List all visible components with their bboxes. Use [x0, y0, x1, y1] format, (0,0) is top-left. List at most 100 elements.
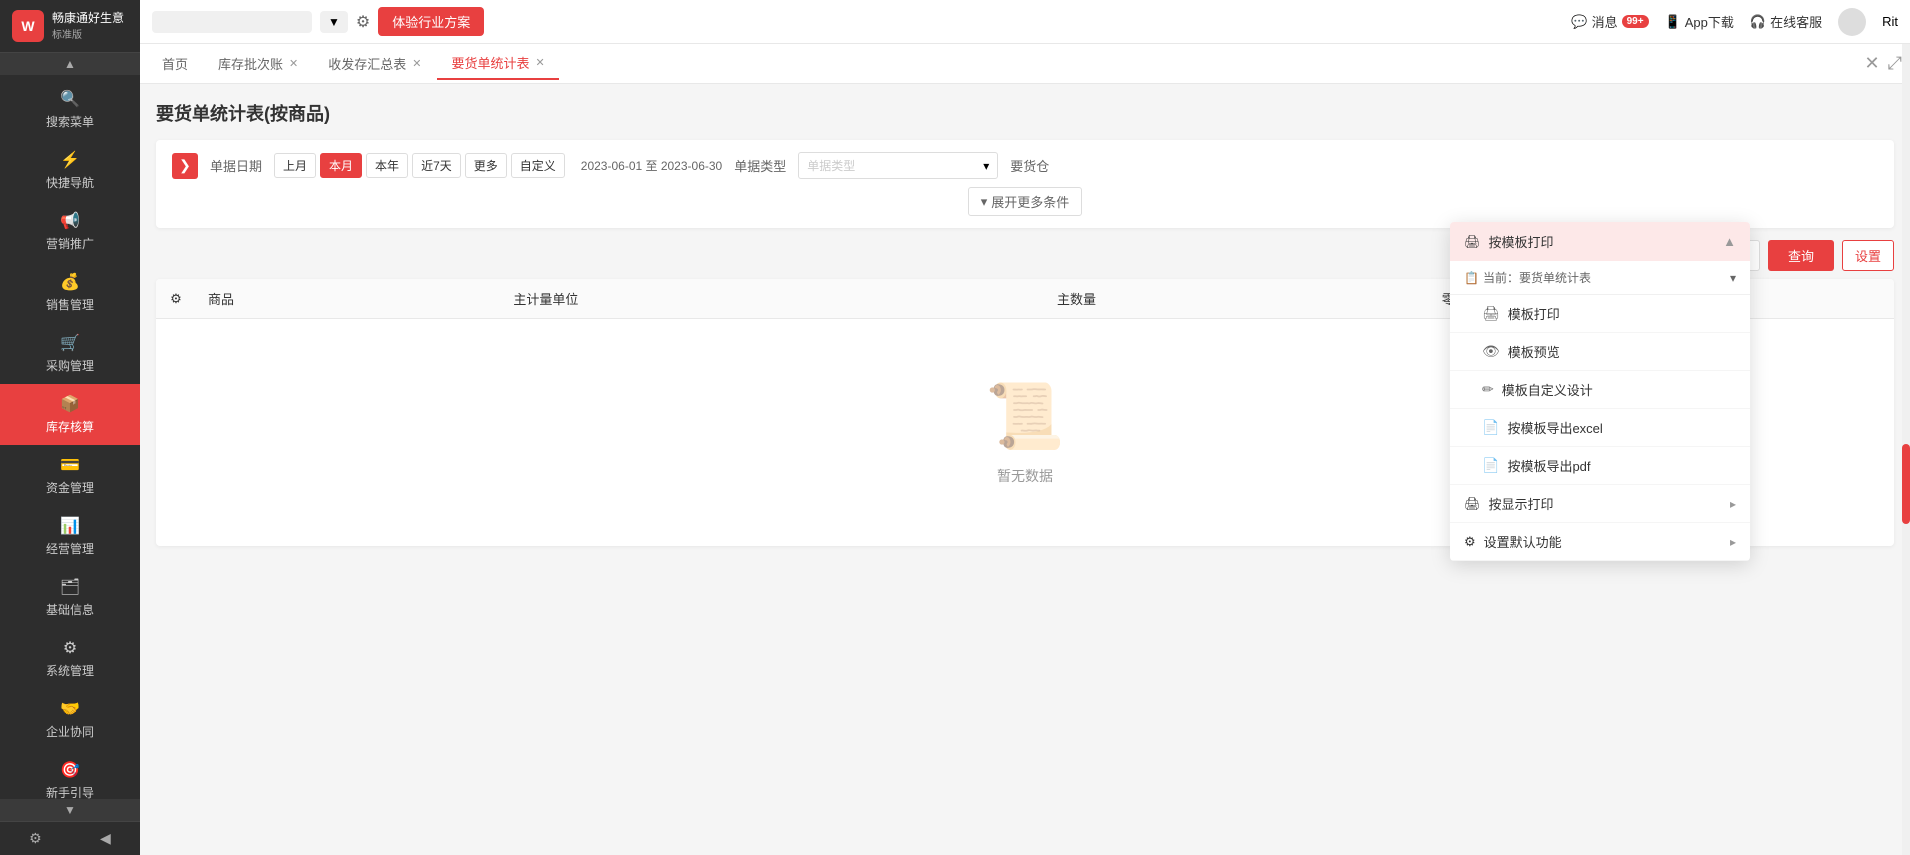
scroll-up-btn[interactable]: ▲: [0, 53, 140, 75]
date-filter-label: 单据日期: [210, 156, 262, 175]
topbar-dropdown[interactable]: ▼: [320, 11, 348, 33]
tab-close-icon[interactable]: ✕: [412, 57, 421, 70]
sidebar: W 畅康通好生意 标准版 ▲ 🔍 搜索菜单 ⚡ 快捷导航 📢 营销推广 💰 销售…: [0, 0, 140, 855]
sidebar-item-search[interactable]: 🔍 搜索菜单: [0, 79, 140, 140]
online-service-btn[interactable]: 🎧 在线客服: [1750, 12, 1822, 31]
window-close-icon[interactable]: ✕: [1865, 53, 1880, 74]
tab-order-stats[interactable]: 要货单统计表 ✕: [437, 47, 558, 80]
col-settings[interactable]: ⚙: [156, 279, 196, 319]
sidebar-collapse-icon[interactable]: ◀: [100, 830, 111, 847]
date-btn-last-month[interactable]: 上月: [274, 153, 316, 178]
design-item-icon: ✏: [1482, 381, 1494, 398]
date-btn-more[interactable]: 更多: [465, 153, 507, 178]
tab-home[interactable]: 首页: [148, 48, 202, 79]
sidebar-item-label: 快捷导航: [46, 174, 94, 191]
window-expand-icon[interactable]: ⤢: [1888, 53, 1902, 74]
sidebar-item-newguide[interactable]: 🎯 新手引导: [0, 750, 140, 799]
app-download-label: App下载: [1685, 12, 1734, 31]
col-unit: 主计量单位: [501, 279, 1045, 319]
sidebar-item-label: 资金管理: [46, 479, 94, 496]
dropdown-group-display-print[interactable]: 🖨 按显示打印 ▸: [1450, 485, 1750, 523]
sidebar-item-inventory[interactable]: 📦 库存核算: [0, 384, 140, 445]
dropdown-item-export-excel[interactable]: 📄 按模板导出excel: [1450, 409, 1750, 447]
filter-row-1: ❯ 单据日期 上月 本月 本年 近7天 更多 自定义 2023-06-01 至 …: [172, 152, 1878, 179]
current-template-chevron[interactable]: ▾: [1730, 271, 1736, 285]
sidebar-item-basic[interactable]: 🗂 基础信息: [0, 567, 140, 628]
dropdown-close-btn[interactable]: ▲: [1723, 234, 1736, 249]
dropdown-item-template-print[interactable]: 🖨 模板打印: [1450, 295, 1750, 333]
dropdown-group-label: 按显示打印: [1489, 494, 1554, 513]
notification-badge: 99+: [1622, 15, 1649, 28]
sidebar-item-label: 营销推广: [46, 235, 94, 252]
sidebar-item-finance[interactable]: 💳 资金管理: [0, 445, 140, 506]
sidebar-item-label: 新手引导: [46, 784, 94, 799]
app-badge: 标准版: [52, 26, 124, 41]
dropdown-title: 按模板打印: [1489, 232, 1554, 251]
basic-icon: 🗂: [60, 577, 80, 597]
topbar-gear-icon[interactable]: ⚙: [356, 12, 370, 32]
topbar-right: 💬 消息 99+ 📱 App下载 🎧 在线客服 Rit: [1571, 8, 1898, 36]
type-select-value: 单据类型: [807, 157, 855, 174]
dropdown-item-template-preview[interactable]: 👁 模板预览: [1450, 333, 1750, 371]
tab-close-icon[interactable]: ✕: [289, 57, 298, 70]
industry-btn[interactable]: 体验行业方案: [378, 7, 484, 36]
scrollbar-track: [1902, 44, 1910, 855]
doc-icon: 📋: [1464, 271, 1479, 285]
main-area: ▼ ⚙ 体验行业方案 💬 消息 99+ 📱 App下载 🎧 在线客服 Rit: [140, 0, 1910, 855]
dropdown-header-left: 🖨 按模板打印: [1464, 232, 1554, 251]
sales-icon: 💰: [60, 272, 80, 292]
scroll-down-btn[interactable]: ▼: [0, 799, 140, 821]
print-dropdown: 🖨 按模板打印 ▲ 📋 当前：要货单统计表 ▾ 🖨 模板打印: [1450, 222, 1750, 561]
date-buttons: 上月 本月 本年 近7天 更多 自定义: [274, 153, 565, 178]
dropdown-item-export-pdf[interactable]: 📄 按模板导出pdf: [1450, 447, 1750, 485]
date-btn-this-year[interactable]: 本年: [366, 153, 408, 178]
notification-label: 消息: [1592, 12, 1618, 31]
user-name: Rit: [1882, 14, 1898, 29]
sidebar-item-marketing[interactable]: 📢 营销推广: [0, 201, 140, 262]
page-content: 要货单统计表(按商品) ❯ 单据日期 上月 本月 本年 近7天 更多 自定义 2…: [140, 84, 1910, 855]
col-goods: 商品: [196, 279, 501, 319]
tab-label: 库存批次账: [218, 54, 283, 73]
filter-toggle-btn[interactable]: ❯: [172, 153, 198, 179]
tab-inventory-batch[interactable]: 库存批次账 ✕: [204, 48, 312, 79]
operation-icon: 📊: [60, 516, 80, 536]
date-btn-7days[interactable]: 近7天: [412, 153, 461, 178]
sidebar-item-label: 经营管理: [46, 540, 94, 557]
date-btn-custom[interactable]: 自定义: [511, 153, 565, 178]
chevron-right-icon: ▸: [1730, 497, 1736, 511]
sidebar-item-system[interactable]: ⚙ 系统管理: [0, 628, 140, 689]
tab-close-icon[interactable]: ✕: [536, 56, 545, 69]
page-title: 要货单统计表(按商品): [156, 100, 1894, 126]
current-template-row: 📋 当前：要货单统计表 ▾: [1450, 261, 1750, 295]
avatar[interactable]: [1838, 8, 1866, 36]
tab-payment-summary[interactable]: 收发存汇总表 ✕: [314, 48, 435, 79]
settings-btn[interactable]: 设置: [1842, 240, 1894, 271]
sidebar-item-purchase[interactable]: 🛒 采购管理: [0, 323, 140, 384]
logo-icon: W: [12, 10, 44, 42]
date-btn-this-month[interactable]: 本月: [320, 153, 362, 178]
empty-illustration: 📜: [985, 379, 1065, 454]
dropdown-item-template-design[interactable]: ✏ 模板自定义设计: [1450, 371, 1750, 409]
sidebar-item-sales[interactable]: 💰 销售管理: [0, 262, 140, 323]
sidebar-item-enterprise[interactable]: 🤝 企业协同: [0, 689, 140, 750]
expand-conditions-btn[interactable]: ▾ 展开更多条件: [968, 187, 1083, 216]
display-print-icon: 🖨: [1464, 496, 1481, 512]
app-download-btn[interactable]: 📱 App下载: [1665, 12, 1734, 31]
scrollbar-thumb[interactable]: [1902, 444, 1910, 524]
warehouse-filter-label: 要货仓: [1010, 156, 1049, 175]
notification-btn[interactable]: 💬 消息 99+: [1571, 12, 1648, 31]
expand-icon: ▾: [981, 194, 988, 210]
date-range-text: 2023-06-01 至 2023-06-30: [581, 157, 722, 174]
preview-item-icon: 👁: [1482, 343, 1500, 360]
sidebar-item-shortcut[interactable]: ⚡ 快捷导航: [0, 140, 140, 201]
topbar-search-input[interactable]: [152, 11, 312, 33]
sidebar-settings-icon[interactable]: ⚙: [29, 830, 42, 847]
sidebar-item-operation[interactable]: 📊 经营管理: [0, 506, 140, 567]
dropdown-group-default-settings[interactable]: ⚙ 设置默认功能 ▸: [1450, 523, 1750, 561]
dropdown-item-label: 按模板导出pdf: [1507, 456, 1590, 475]
type-filter-label: 单据类型: [734, 156, 786, 175]
sidebar-item-label: 库存核算: [46, 418, 94, 435]
finance-icon: 💳: [60, 455, 80, 475]
type-select[interactable]: 单据类型 ▾: [798, 152, 998, 179]
query-btn[interactable]: 查询: [1768, 240, 1834, 271]
